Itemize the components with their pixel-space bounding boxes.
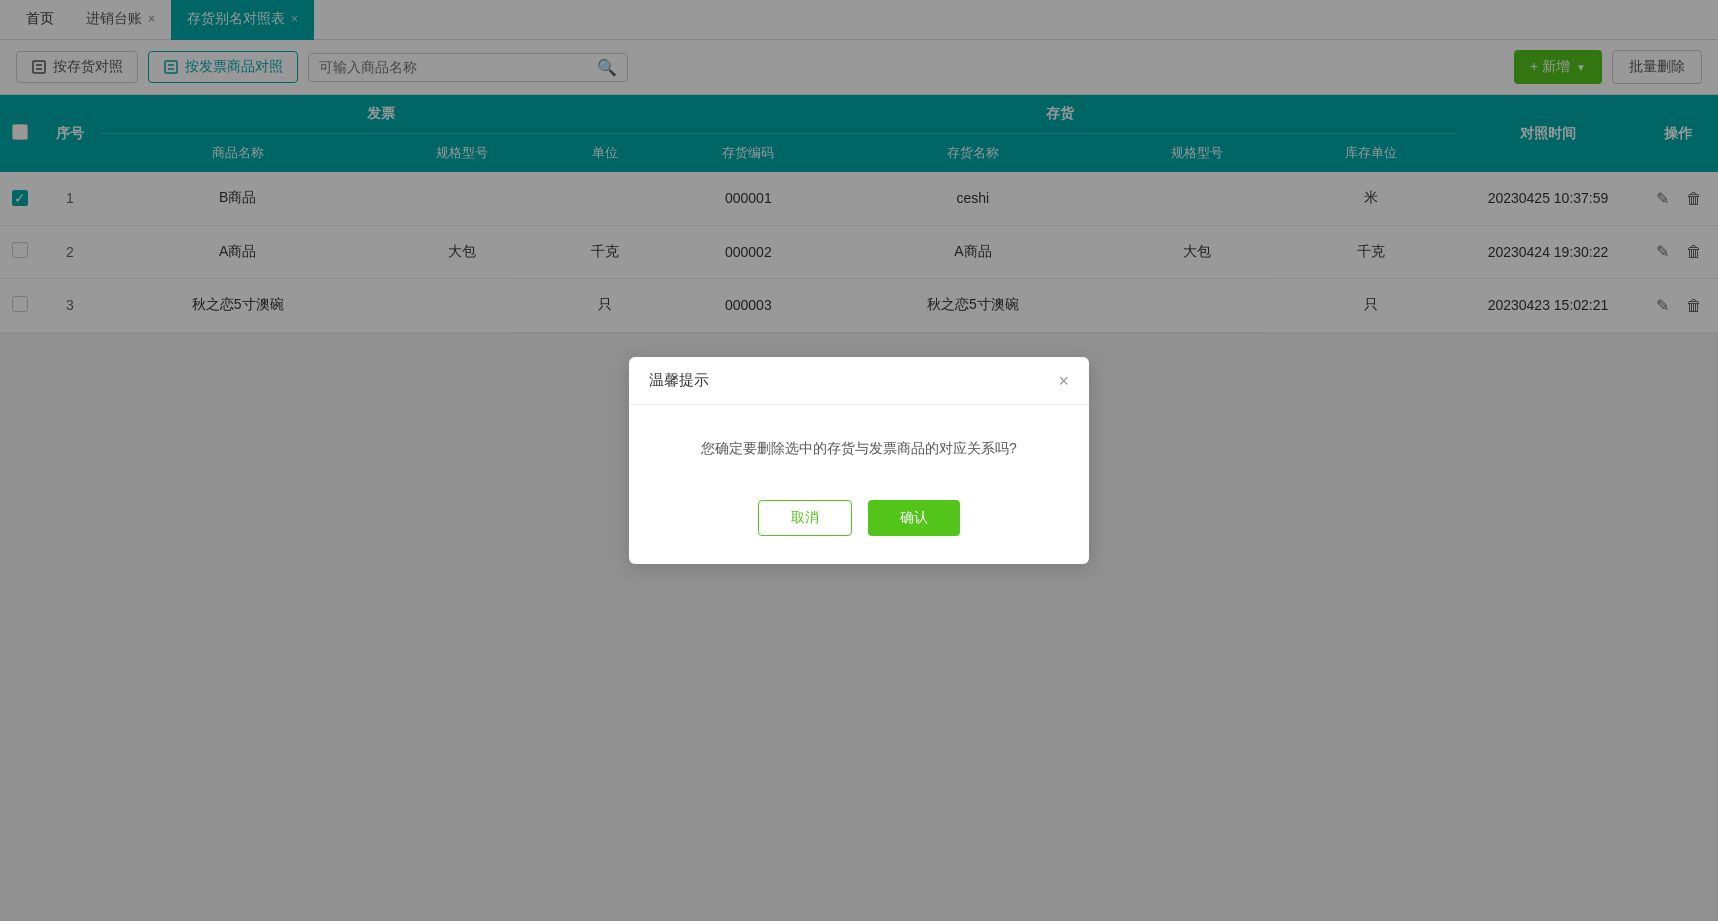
dialog-overlay: 温馨提示 × 您确定要删除选中的存货与发票商品的对应关系吗? 取消 确认 [0,0,1718,333]
